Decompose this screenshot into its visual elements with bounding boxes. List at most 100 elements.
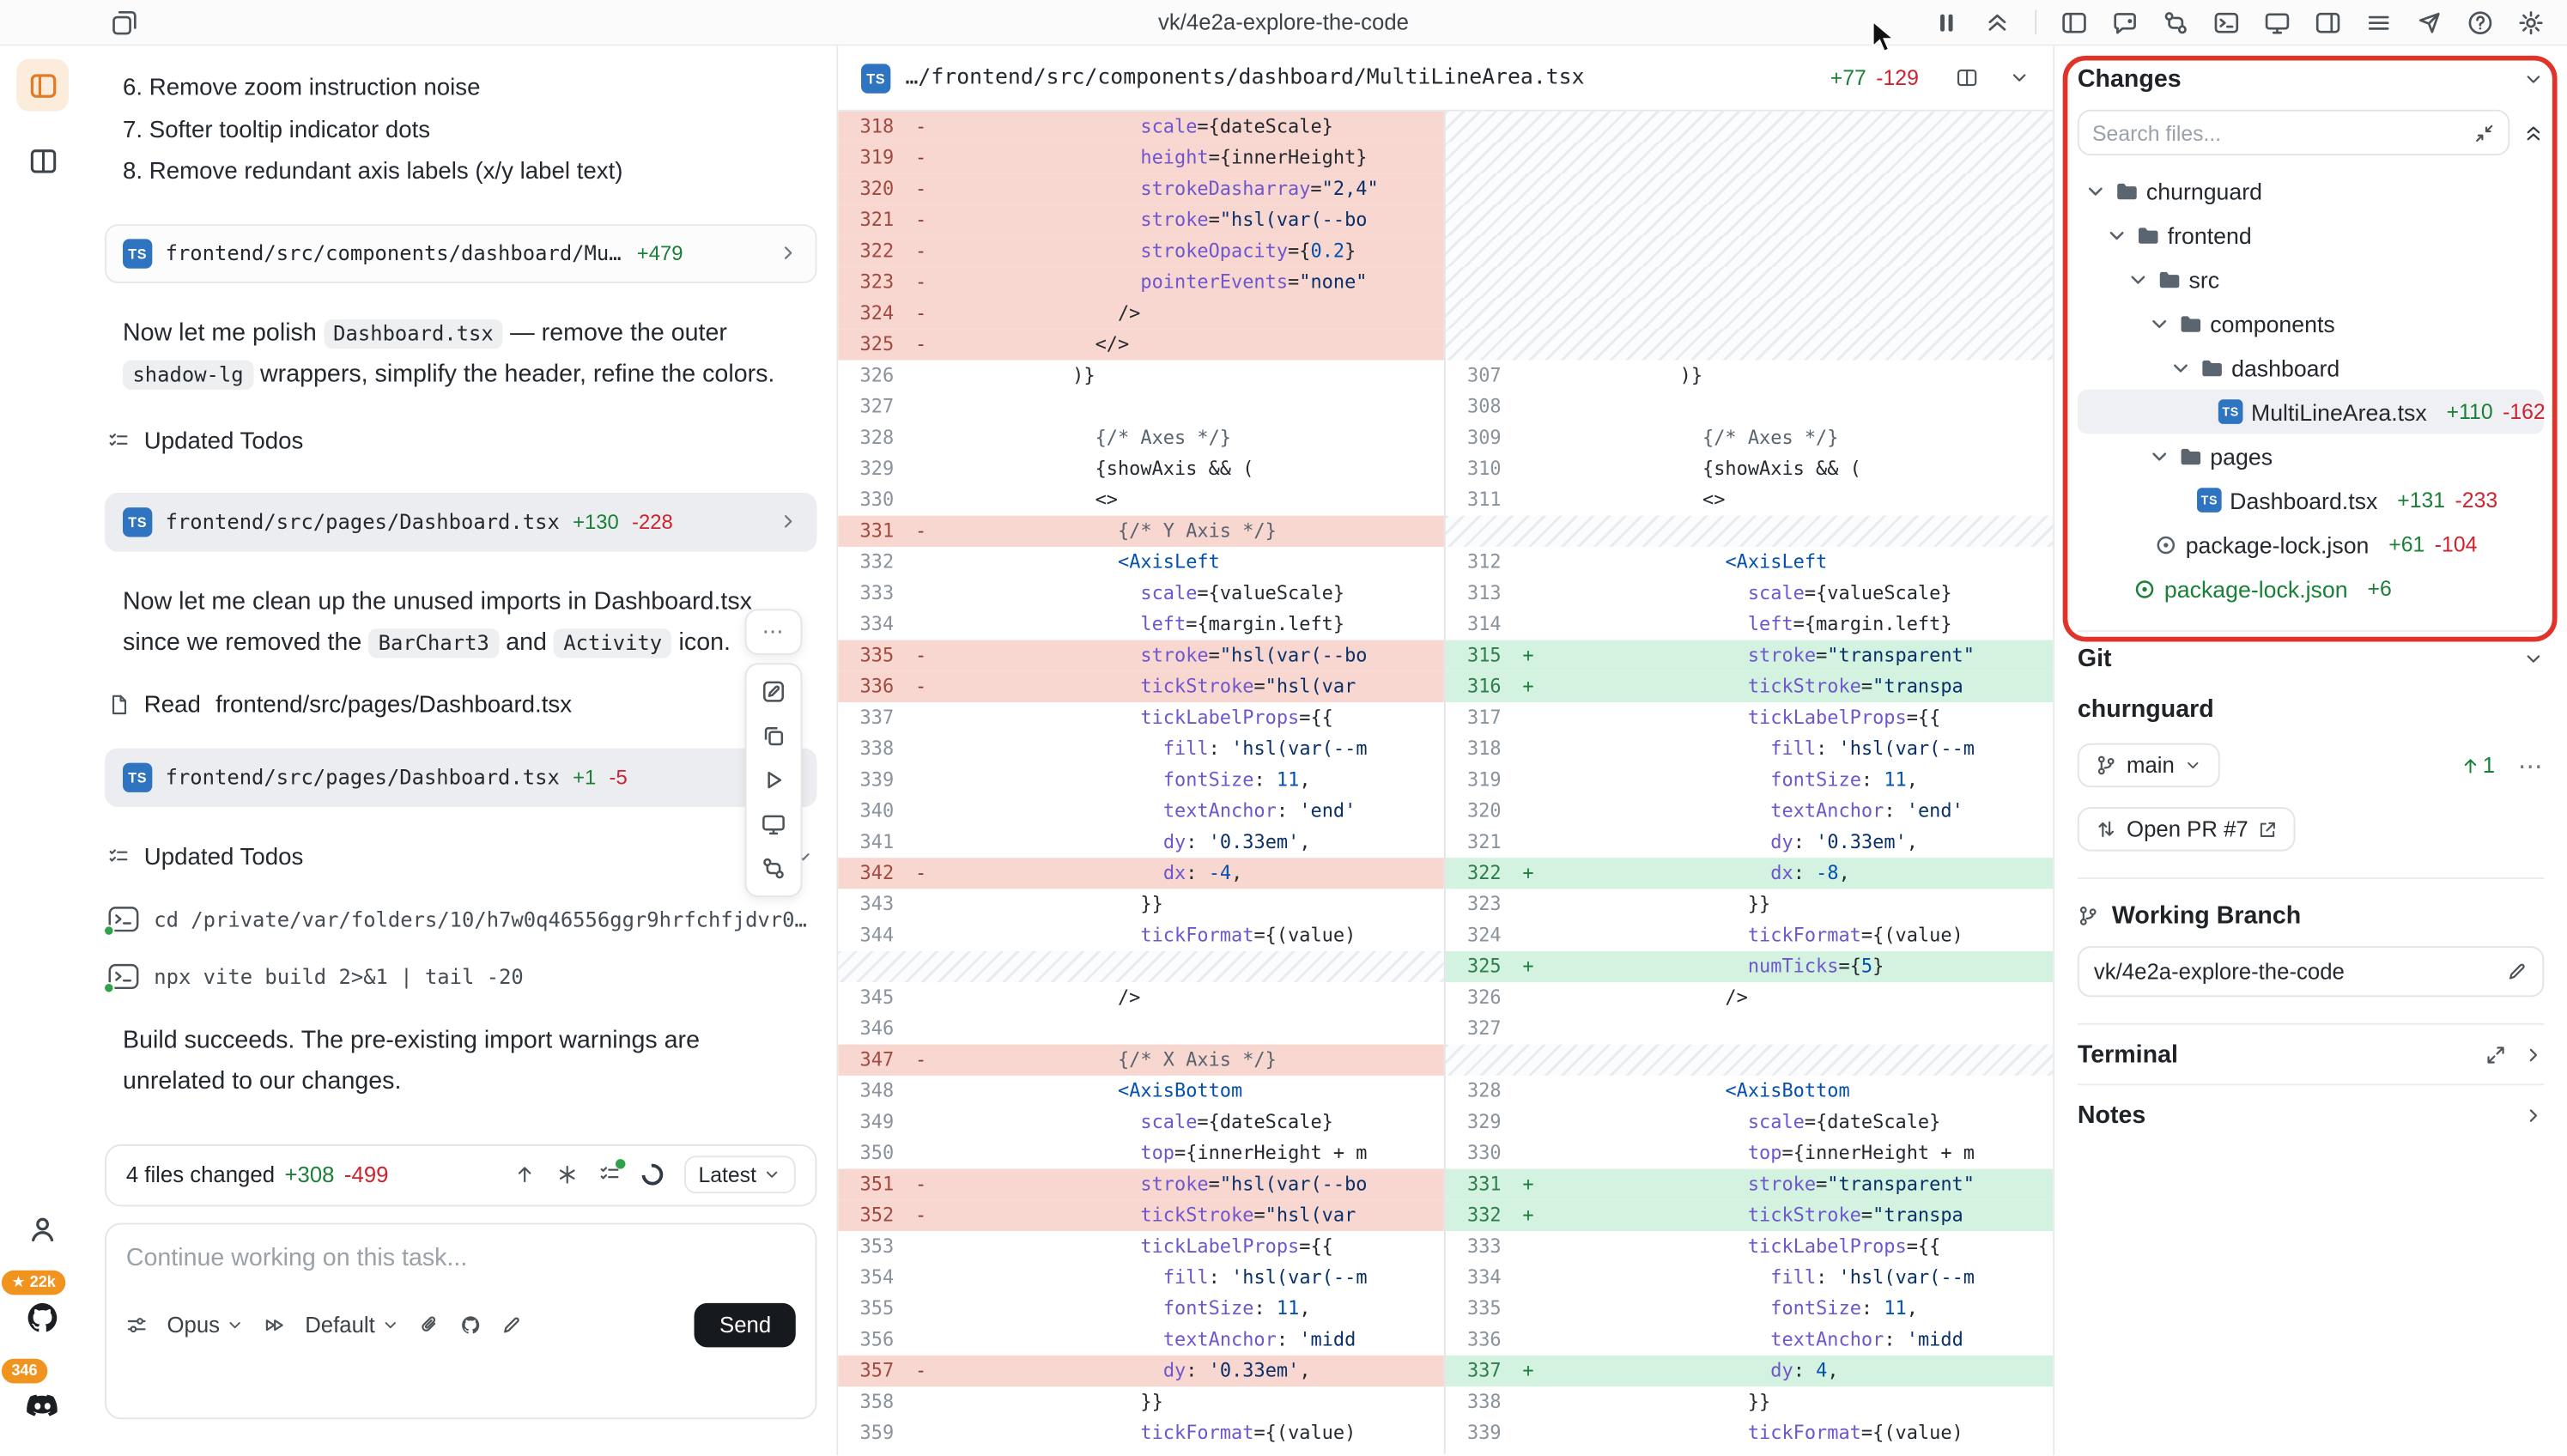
additions-count: +61 [2388, 532, 2424, 557]
app-sidebar-icon[interactable] [16, 59, 69, 112]
split-view-icon[interactable] [1957, 67, 1978, 88]
tree-folder-components[interactable]: components [2078, 301, 2544, 345]
terminal-command-row[interactable]: cd /private/var/folders/10/h7w0q46556ggr… [105, 905, 816, 932]
share-icon[interactable] [2413, 6, 2446, 39]
gear-icon[interactable] [2515, 6, 2547, 39]
tree-folder-src[interactable]: src [2078, 257, 2544, 300]
todos-status-icon[interactable] [598, 1164, 620, 1186]
tree-file-package-lock-json[interactable]: package-lock.json+6 [2078, 567, 2544, 610]
layout-right-icon[interactable] [2312, 6, 2345, 39]
chevron-right-icon[interactable] [2523, 1044, 2545, 1065]
terminal-section-header[interactable]: Terminal [2078, 1025, 2544, 1084]
latest-dropdown[interactable]: Latest [683, 1156, 795, 1193]
diff-row: 346 [838, 1013, 1444, 1044]
chevron-down-icon [381, 1315, 399, 1333]
run-icon[interactable] [751, 758, 795, 802]
message-text: Now let me polish [123, 318, 324, 346]
chevron-right-icon[interactable] [2523, 1104, 2545, 1125]
pencil-icon[interactable] [2506, 961, 2528, 982]
diff-file-header[interactable]: TS …/frontend/src/components/dashboard/M… [838, 46, 2053, 111]
person-icon[interactable] [16, 1204, 69, 1256]
mode-selector[interactable]: Default [305, 1312, 399, 1337]
changes-title: Changes [2078, 65, 2182, 93]
file-edit-card-dashboard-2[interactable]: TS frontend/src/pages/Dashboard.tsx +1 -… [105, 747, 816, 806]
typescript-file-icon: TS [123, 238, 152, 267]
chevron-down-icon[interactable] [2009, 67, 2030, 88]
diff-row: 343 }} [838, 889, 1444, 919]
tree-folder-churnguard[interactable]: churnguard [2078, 168, 2544, 212]
asterisk-icon[interactable] [556, 1164, 578, 1186]
git-compare-icon[interactable] [751, 846, 795, 890]
monitor-icon[interactable] [2261, 6, 2293, 39]
tree-file-dashboard-tsx[interactable]: TSDashboard.tsx+131-233 [2078, 478, 2544, 522]
tabs-icon[interactable] [108, 6, 141, 39]
file-edit-card-multilinearea[interactable]: TS frontend/src/components/dashboard/Mul… [105, 223, 816, 282]
layout-left-icon[interactable] [2058, 6, 2091, 39]
tree-item-label: package-lock.json [2164, 575, 2348, 602]
menu-icon[interactable] [2363, 6, 2395, 39]
chevron-down-icon [2148, 312, 2171, 335]
diff-row: 329 scale={dateScale} [1446, 1107, 2053, 1138]
tree-item-label: components [2210, 310, 2334, 337]
diff-row: 326 /> [1446, 982, 2053, 1013]
updated-todos-row[interactable]: Updated Todos [105, 835, 816, 878]
help-icon[interactable] [2464, 6, 2497, 39]
more-icon[interactable]: ⋯ [751, 616, 795, 648]
scroll-up-icon[interactable] [513, 1164, 535, 1186]
diff-old-side: 318- scale={dateScale}319- height={inner… [838, 112, 1445, 1454]
diff-row: 324 tickFormat={(value) [1446, 920, 2053, 951]
chat-bubble-icon[interactable] [2109, 6, 2141, 39]
pen-icon[interactable] [501, 1313, 523, 1335]
collapse-all-icon[interactable] [2523, 122, 2545, 143]
updated-todos-row[interactable]: Updated Todos [105, 420, 816, 463]
paperclip-icon[interactable] [419, 1313, 440, 1335]
fast-forward-icon[interactable] [264, 1313, 286, 1335]
changes-section-header[interactable]: Changes [2078, 65, 2544, 93]
search-input[interactable]: Search files... [2078, 110, 2509, 155]
notes-section-header[interactable]: Notes [2078, 1085, 2544, 1144]
working-branch-value: vk/4e2a-explore-the-code [2094, 959, 2345, 984]
tree-folder-frontend[interactable]: frontend [2078, 213, 2544, 257]
search-row: Search files... [2078, 110, 2544, 155]
github-icon[interactable] [460, 1313, 482, 1335]
branch-row: main 1 ⋯ [2078, 743, 2544, 787]
git-compare-icon[interactable] [2159, 6, 2192, 39]
search-placeholder: Search files... [2092, 120, 2464, 145]
changes-summary-bar[interactable]: 4 files changed +308 -499 Latest [105, 1144, 816, 1205]
diff-row: 318 fill: 'hsl(var(--m [1446, 733, 2053, 764]
model-selector[interactable]: Opus [167, 1312, 245, 1337]
tree-folder-pages[interactable]: pages [2078, 434, 2544, 477]
board-icon[interactable] [16, 134, 69, 186]
open-pr-button[interactable]: Open PR #7 [2078, 807, 2296, 851]
working-branch-input[interactable]: vk/4e2a-explore-the-code [2078, 946, 2544, 997]
discord-icon[interactable] [16, 1380, 69, 1433]
collapse-panel-icon[interactable] [1981, 6, 2013, 39]
tree-file-package-lock-json[interactable]: package-lock.json+61-104 [2078, 522, 2544, 566]
tree-file-multilinearea-tsx[interactable]: TSMultiLineArea.tsx+110-162 [2078, 390, 2544, 434]
composer[interactable]: Continue working on this task... Opus De… [105, 1222, 816, 1418]
collapse-diagonal-icon[interactable] [2473, 122, 2495, 143]
diff-row: 332+ tickStroke="transpa [1446, 1200, 2053, 1231]
diff-row: 314 left={margin.left} [1446, 609, 2053, 640]
open-in-editor-icon[interactable] [751, 670, 795, 713]
read-file-row[interactable]: Read frontend/src/pages/Dashboard.tsx [105, 692, 816, 719]
copy-icon[interactable] [751, 713, 795, 757]
sliders-icon[interactable] [126, 1313, 148, 1335]
file-edit-card-dashboard[interactable]: TS frontend/src/pages/Dashboard.tsx +130… [105, 492, 816, 551]
pause-icon[interactable] [1930, 6, 1963, 39]
tree-item-label: MultiLineArea.tsx [2251, 398, 2427, 425]
send-button[interactable]: Send [695, 1302, 795, 1346]
monitor-icon[interactable] [751, 802, 795, 846]
tree-folder-dashboard[interactable]: dashboard [2078, 345, 2544, 389]
composer-input[interactable]: Continue working on this task... [126, 1243, 796, 1271]
expand-icon[interactable] [2485, 1044, 2507, 1065]
terminal-icon[interactable] [2210, 6, 2242, 39]
chevron-right-icon [778, 511, 799, 532]
branch-selector[interactable]: main [2078, 743, 2220, 787]
more-icon[interactable]: ⋯ [2518, 750, 2545, 780]
github-icon[interactable] [16, 1292, 69, 1344]
diff-row: 311 <> [1446, 484, 2053, 515]
section-divider [2078, 630, 2544, 632]
git-section-header[interactable]: Git [2078, 645, 2544, 672]
terminal-command-row[interactable]: npx vite build 2>&1 | tail -20 [105, 962, 816, 989]
